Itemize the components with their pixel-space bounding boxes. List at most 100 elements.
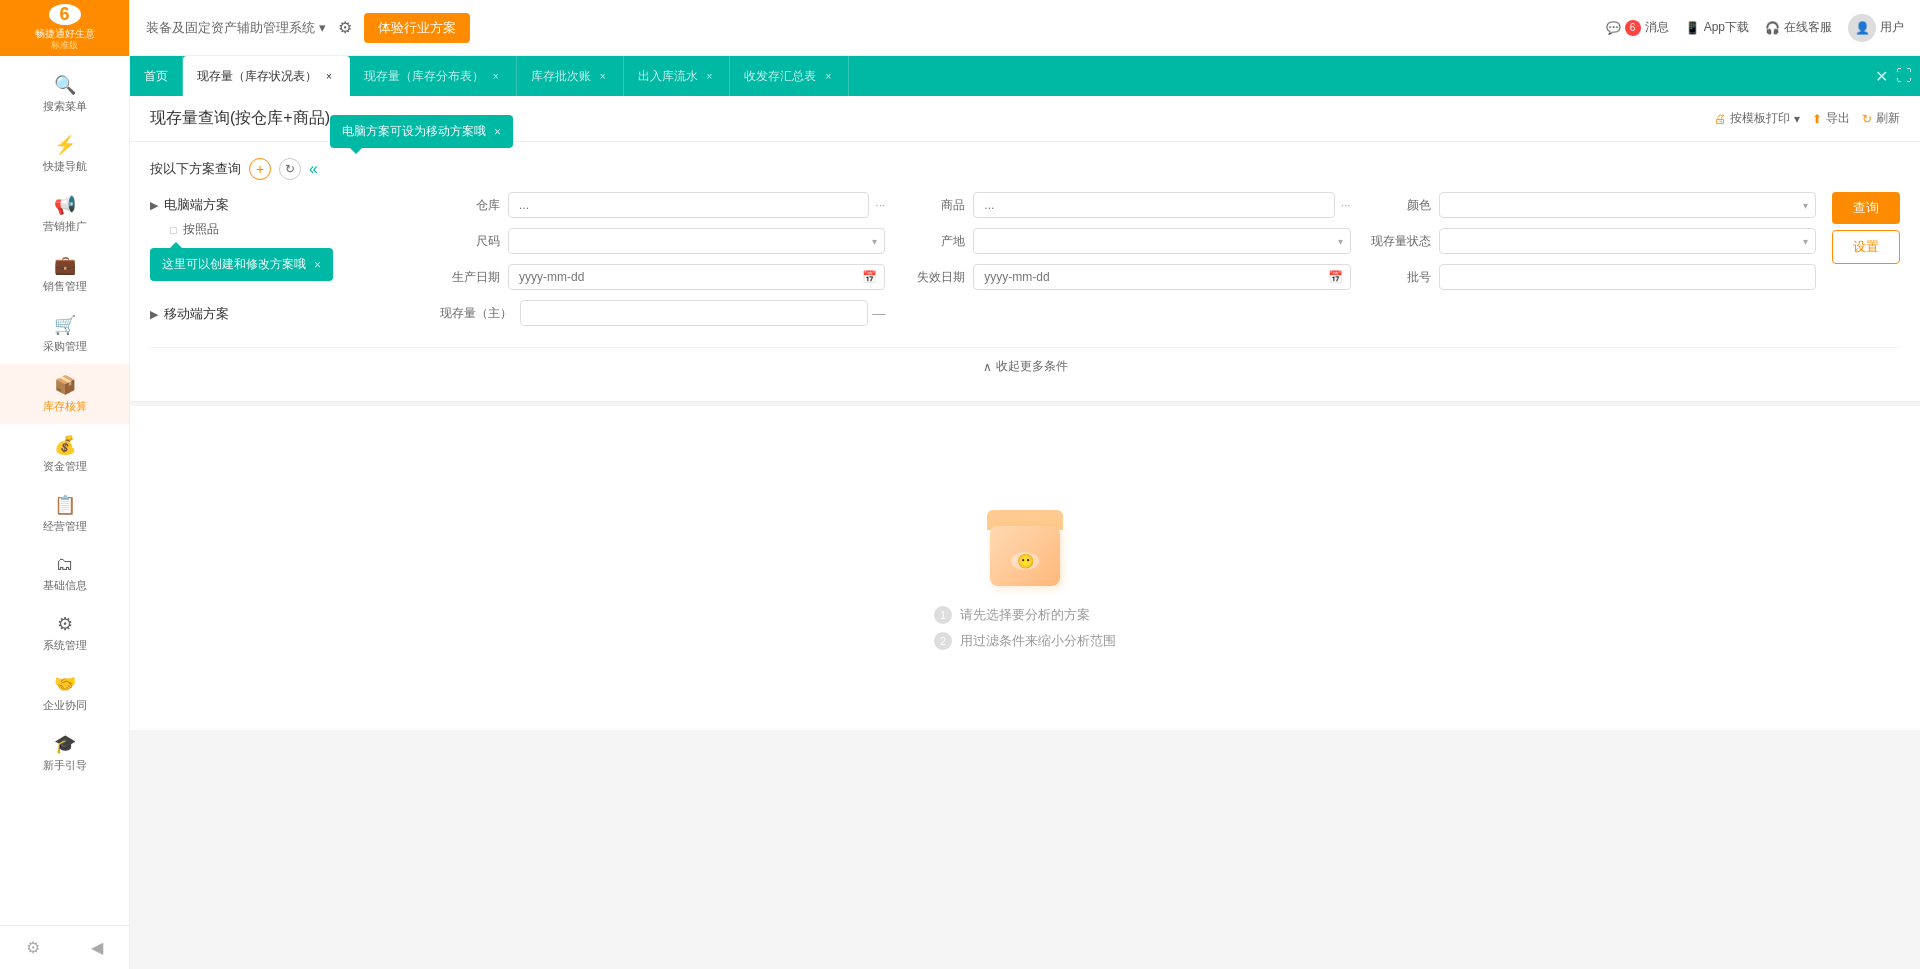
empty-step-2: 2 用过滤条件来缩小分析范围 (934, 632, 1116, 650)
sidebar-item-search[interactable]: 🔍 搜索菜单 (0, 64, 129, 124)
app-download-item[interactable]: 📱 App下载 (1685, 19, 1749, 36)
filter-label: 按以下方案查询 (150, 160, 241, 178)
logo-text: 畅捷通好生意 标准版 (35, 27, 95, 52)
message-item[interactable]: 💬 6 消息 (1606, 19, 1669, 36)
size-field: 尺码 ▾ (440, 228, 885, 254)
goods-more-icon[interactable]: ··· (1341, 198, 1351, 212)
add-scheme-button[interactable]: + (249, 158, 271, 180)
sidebar-label-basic: 基础信息 (43, 578, 87, 593)
produce-date-input[interactable] (508, 264, 885, 290)
pc-scheme-items: □ 按照品 (150, 218, 420, 241)
batch-input[interactable] (1439, 264, 1816, 290)
dropdown-icon: ▾ (319, 20, 326, 35)
tab-close-inventory_status[interactable]: × (323, 70, 335, 83)
origin-select[interactable] (973, 228, 1350, 254)
tab-close-all-icon[interactable]: ✕ (1875, 67, 1888, 86)
export-icon: ⬆ (1812, 112, 1822, 126)
filter-header: 按以下方案查询 + ↻ « 电脑方案可设为移动方案哦 × (150, 158, 1900, 180)
sidebar-item-basic[interactable]: 🗂 基础信息 (0, 544, 129, 603)
goods-field: 商品 ··· (905, 192, 1350, 218)
refresh-button[interactable]: ↻ 刷新 (1862, 110, 1900, 127)
scheme-item-name: 按照品 (183, 221, 219, 238)
expire-date-field: 失效日期 📅 (905, 264, 1350, 290)
sidebar-label-guide: 新手引导 (43, 758, 87, 773)
warehouse-input[interactable] (508, 192, 869, 218)
expire-date-input[interactable] (973, 264, 1350, 290)
mobile-scheme-name: 移动端方案 (164, 305, 229, 323)
sidebar-item-guide[interactable]: 🎓 新手引导 (0, 723, 129, 783)
tab-close-batch_ledger[interactable]: × (597, 70, 609, 83)
collapse-sidebar-icon[interactable]: ◀ (91, 938, 103, 957)
user-item[interactable]: 👤 用户 (1848, 14, 1904, 42)
sidebar-item-inventory[interactable]: 📦 库存核算 (0, 364, 129, 424)
tab-close-inventory_dist[interactable]: × (490, 70, 502, 83)
message-label: 消息 (1645, 19, 1669, 36)
message-badge: 6 (1625, 20, 1641, 36)
tab-inout_flow[interactable]: 出入库流水× (624, 56, 731, 96)
sidebar-item-collab[interactable]: 🤝 企业协同 (0, 663, 129, 723)
sidebar-label-ops: 经营管理 (43, 519, 87, 534)
collapse-button[interactable]: ∧ 收起更多条件 (983, 358, 1068, 375)
search-button[interactable]: 查询 (1832, 192, 1900, 224)
tab-bar-right: ✕ ⛶ (1875, 56, 1920, 96)
export-button[interactable]: ⬆ 导出 (1812, 110, 1850, 127)
sidebar-bottom: ⚙ ◀ (0, 925, 129, 969)
sales-icon: 💼 (54, 254, 76, 276)
tab-close-inout_flow[interactable]: × (704, 70, 716, 83)
refresh-scheme-button[interactable]: ↻ (279, 158, 301, 180)
step-number-2: 2 (934, 632, 952, 650)
tab-receive_summary[interactable]: 收发存汇总表× (730, 56, 849, 96)
settings-icon[interactable]: ⚙ (26, 938, 40, 957)
tab-home[interactable]: 首页 (130, 56, 183, 96)
pc-scheme-header[interactable]: ▶ 电脑端方案 (150, 192, 420, 218)
tab-label-inventory_dist: 现存量（库存分布表） (364, 68, 484, 85)
industry-plan-button[interactable]: 体验行业方案 (364, 13, 470, 43)
sidebar-item-quick[interactable]: ⚡ 快捷导航 (0, 124, 129, 184)
tab-bar: 首页现存量（库存状况表）×现存量（库存分布表）×库存批次账×出入库流水×收发存汇… (130, 56, 1920, 96)
settings-gear-icon[interactable]: ⚙ (338, 18, 352, 37)
print-button[interactable]: 🖨 按模板打印 ▾ (1714, 110, 1800, 127)
sidebar-item-finance[interactable]: 💰 资金管理 (0, 424, 129, 484)
header-left: 装备及固定资产辅助管理系统 ▾ ⚙ 体验行业方案 (146, 13, 470, 43)
print-icon: 🖨 (1714, 112, 1726, 126)
logo-icon: 6 (49, 4, 81, 25)
sidebar-item-sales[interactable]: 💼 销售管理 (0, 244, 129, 304)
tooltip1-close[interactable]: × (494, 125, 501, 139)
warehouse-more-icon[interactable]: ··· (875, 198, 885, 212)
filter-row-1: 仓库 ··· 商品 (440, 192, 1816, 218)
tab-fullscreen-icon[interactable]: ⛶ (1896, 67, 1912, 85)
filter-row-2: 尺码 ▾ 产地 (440, 228, 1816, 254)
goods-input[interactable] (973, 192, 1334, 218)
tab-inventory_status[interactable]: 现存量（库存状况表）× (183, 56, 350, 96)
stock-main-from-input[interactable] (520, 300, 868, 326)
color-select[interactable] (1439, 192, 1816, 218)
tab-inventory_dist[interactable]: 现存量（库存分布表） × (350, 56, 517, 96)
finance-icon: 💰 (54, 434, 76, 456)
refresh-icon: ↻ (1862, 112, 1872, 126)
page-title: 现存量查询(按仓库+商品) (150, 108, 330, 129)
set-button[interactable]: 设置 (1832, 230, 1900, 264)
scheme-item-icon: □ (170, 224, 177, 236)
sidebar-item-system[interactable]: ⚙ 系统管理 (0, 603, 129, 663)
system-selector[interactable]: 装备及固定资产辅助管理系统 ▾ (146, 19, 326, 37)
online-service-item[interactable]: 🎧 在线客服 (1765, 19, 1832, 36)
filter-action-buttons: 查询 设置 (1832, 192, 1900, 264)
sidebar-item-marketing[interactable]: 📢 营销推广 (0, 184, 129, 244)
sidebar-label-system: 系统管理 (43, 638, 87, 653)
inventory-icon: 📦 (54, 374, 76, 396)
scheme-item[interactable]: □ 按照品 (170, 218, 420, 241)
tab-close-receive_summary[interactable]: × (822, 70, 834, 83)
arrow-scheme-button[interactable]: « (309, 160, 318, 178)
user-avatar: 👤 (1848, 14, 1876, 42)
batch-field: 批号 (1371, 264, 1816, 290)
sidebar-item-ops[interactable]: 📋 经营管理 (0, 484, 129, 544)
user-label: 用户 (1880, 19, 1904, 36)
stock-status-select[interactable] (1439, 228, 1816, 254)
size-select[interactable] (508, 228, 885, 254)
mobile-scheme-header[interactable]: ▶ 移动端方案 (150, 301, 420, 327)
tab-batch_ledger[interactable]: 库存批次账× (517, 56, 624, 96)
tooltip2-close[interactable]: × (314, 258, 321, 272)
sidebar-item-purchase[interactable]: 🛒 采购管理 (0, 304, 129, 364)
sidebar-label-purchase: 采购管理 (43, 339, 87, 354)
color-field: 颜色 ▾ (1371, 192, 1816, 218)
